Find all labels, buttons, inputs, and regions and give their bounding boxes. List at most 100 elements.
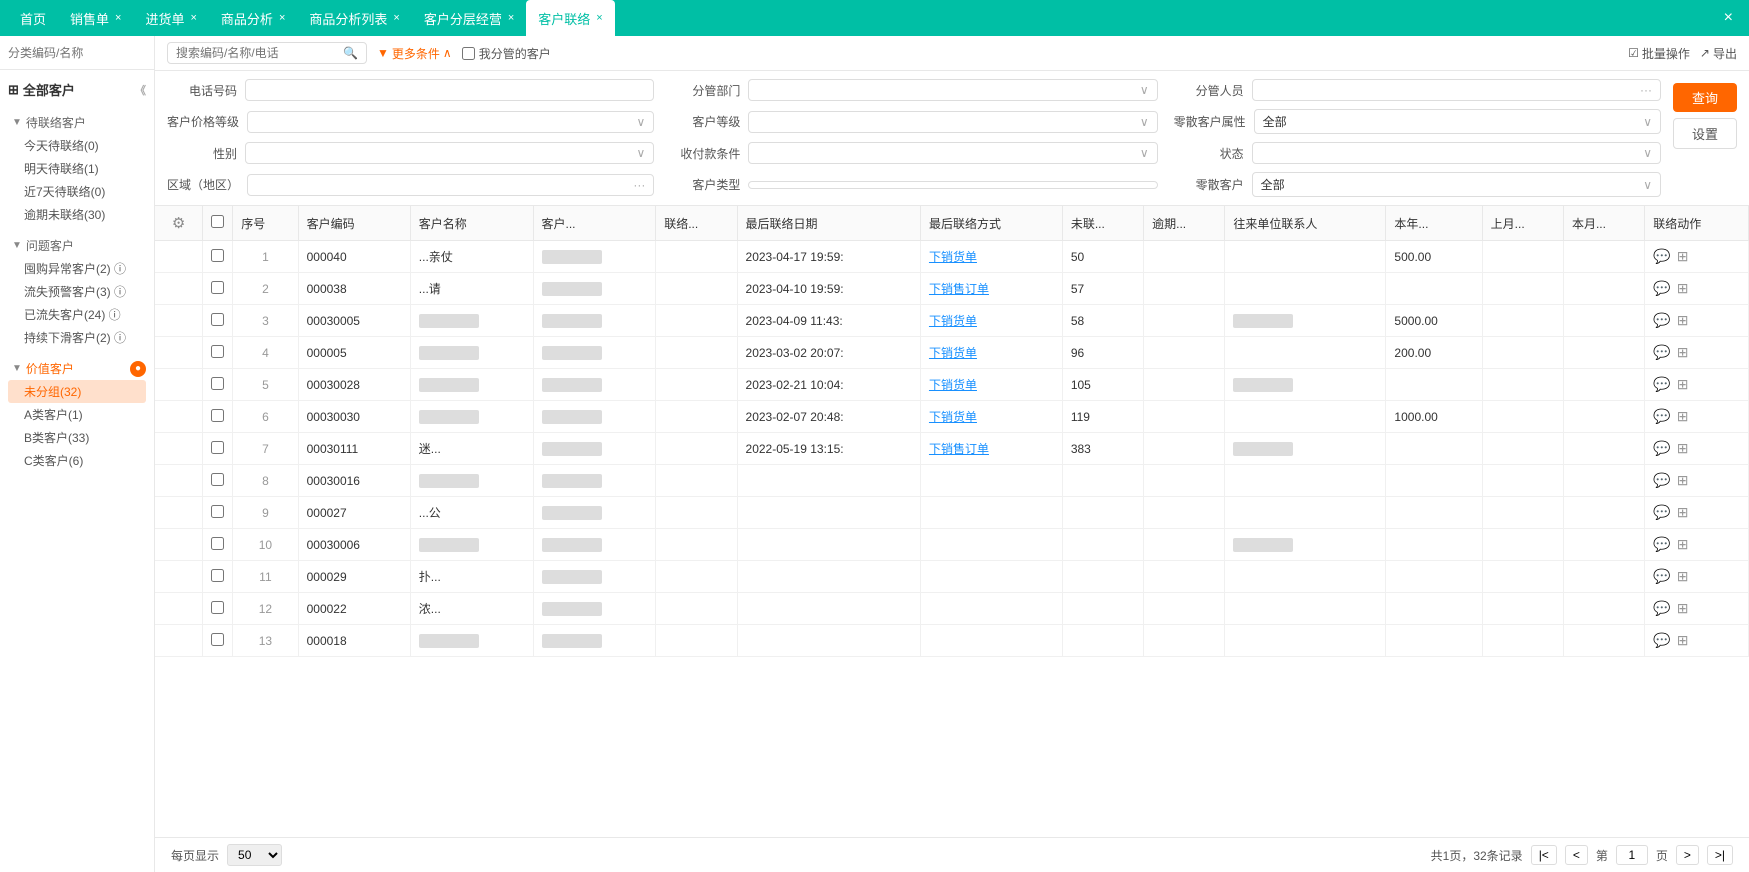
region-select[interactable]: ··· [247,174,654,196]
th-name[interactable]: 客户名称 [410,206,533,241]
action-message-icon[interactable]: 💬 [1653,472,1670,489]
close-tab-sales[interactable]: × [115,12,121,24]
gender-select[interactable]: ∨ [245,142,654,164]
action-message-icon[interactable]: 💬 [1653,632,1670,649]
price-level-select[interactable]: ∨ [247,111,654,133]
close-tab-analysis[interactable]: × [279,12,285,24]
action-message-icon[interactable]: 💬 [1653,504,1670,521]
sidebar-search-input[interactable] [8,46,155,60]
export-button[interactable]: ↗ 导出 [1700,45,1737,62]
all-customers-title[interactable]: ⊞ 全部客户 《 [8,76,146,103]
action-message-icon[interactable]: 💬 [1653,568,1670,585]
global-close-button[interactable]: × [1716,9,1741,27]
sidebar-item-churn-warn[interactable]: 流失预警客户(3) ⓘ [8,280,146,303]
action-message-icon[interactable]: 💬 [1653,440,1670,457]
nav-tab-analysis-list[interactable]: 商品分析列表 × [297,0,411,36]
row-checkbox[interactable] [203,337,233,369]
action-grid-icon[interactable]: ⊞ [1677,632,1689,649]
row-checkbox[interactable] [203,305,233,337]
nav-tab-customer-segment[interactable]: 客户分层经营 × [412,0,526,36]
action-message-icon[interactable]: 💬 [1653,376,1670,393]
th-this-month[interactable]: 本月... [1563,206,1644,241]
close-tab-customer-contact[interactable]: × [596,12,602,24]
sidebar-item-a-class[interactable]: A类客户(1) [8,403,146,426]
zero-attr-select[interactable]: 全部 ∨ [1254,109,1661,134]
action-message-icon[interactable]: 💬 [1653,600,1670,617]
action-grid-icon[interactable]: ⊞ [1677,536,1689,553]
action-grid-icon[interactable]: ⊞ [1677,312,1689,329]
row-checkbox[interactable] [203,433,233,465]
th-contact[interactable]: 联络... [656,206,737,241]
th-contact-person[interactable]: 往来单位联系人 [1225,206,1386,241]
action-message-icon[interactable]: 💬 [1653,536,1670,553]
th-last-month[interactable]: 上月... [1482,206,1563,241]
next-page-button[interactable]: > [1676,845,1699,865]
sidebar-item-tomorrow[interactable]: 明天待联络(1) [8,157,146,180]
th-code[interactable]: 客户编码 [298,206,410,241]
phone-input[interactable] [245,79,654,101]
action-grid-icon[interactable]: ⊞ [1677,472,1689,489]
action-grid-icon[interactable]: ⊞ [1677,440,1689,457]
action-grid-icon[interactable]: ⊞ [1677,376,1689,393]
dept-select[interactable]: ∨ [748,79,1157,101]
batch-operations-button[interactable]: ☑ 批量操作 [1628,45,1690,62]
page-number-input[interactable] [1616,845,1648,865]
filter-my-checkbox[interactable] [462,47,475,60]
page-size-select[interactable]: 50 100 200 [227,844,282,866]
status-select[interactable]: ∨ [1252,142,1661,164]
th-this-year[interactable]: 本年... [1386,206,1482,241]
sidebar-item-b-class[interactable]: B类客户(33) [8,426,146,449]
prev-page-button[interactable]: < [1565,845,1588,865]
sidebar-item-ungrouped[interactable]: 未分组(32) [8,380,146,403]
select-all-checkbox[interactable] [211,215,224,228]
th-overdue[interactable]: 逾期... [1144,206,1225,241]
th-checkbox[interactable] [203,206,233,241]
sidebar-group-value[interactable]: ▼ 价值客户 ● [8,357,146,380]
row-checkbox[interactable] [203,369,233,401]
sidebar-group-pending[interactable]: ▼ 待联络客户 [8,111,146,134]
payment-select[interactable]: ∨ [748,142,1157,164]
action-grid-icon[interactable]: ⊞ [1677,280,1689,297]
action-message-icon[interactable]: 💬 [1653,312,1670,329]
action-message-icon[interactable]: 💬 [1653,248,1670,265]
row-checkbox[interactable] [203,273,233,305]
nav-tab-purchase[interactable]: 进货单 × [133,0,208,36]
close-tab-analysis-list[interactable]: × [393,12,399,24]
nav-tab-analysis[interactable]: 商品分析 × [209,0,297,36]
sidebar-item-today[interactable]: 今天待联络(0) [8,134,146,157]
action-grid-icon[interactable]: ⊞ [1677,504,1689,521]
th-unlinked[interactable]: 未联... [1062,206,1143,241]
sidebar-item-c-class[interactable]: C类客户(6) [8,449,146,472]
th-last-method[interactable]: 最后联络方式 [920,206,1062,241]
customer-level-select[interactable]: ∨ [748,111,1157,133]
close-tab-purchase[interactable]: × [190,12,196,24]
last-page-button[interactable]: >| [1707,845,1733,865]
sidebar-item-overdue[interactable]: 逾期未联络(30) [8,203,146,226]
filter-search-input[interactable] [176,46,343,60]
nav-tab-customer-contact[interactable]: 客户联络 × [526,0,614,36]
sidebar-group-problem[interactable]: ▼ 问题客户 [8,234,146,257]
action-grid-icon[interactable]: ⊞ [1677,408,1689,425]
row-checkbox[interactable] [203,241,233,273]
row-checkbox[interactable] [203,529,233,561]
sidebar-item-churned[interactable]: 已流失客户(24) ⓘ [8,303,146,326]
action-grid-icon[interactable]: ⊞ [1677,344,1689,361]
row-checkbox[interactable] [203,561,233,593]
filter-more-conditions[interactable]: ▼ 更多条件 ∧ [377,45,452,62]
th-gear[interactable]: ⚙ [155,206,203,241]
th-last-date[interactable]: 最后联络日期 [737,206,920,241]
action-grid-icon[interactable]: ⊞ [1677,248,1689,265]
nav-home[interactable]: 首页 [8,0,58,36]
customer-type-select[interactable] [748,181,1157,189]
sidebar-item-7days[interactable]: 近7天待联络(0) [8,180,146,203]
nav-tab-sales[interactable]: 销售单 × [58,0,133,36]
row-checkbox[interactable] [203,497,233,529]
gear-icon[interactable]: ⚙ [172,214,185,232]
row-checkbox[interactable] [203,625,233,657]
sidebar-item-hoarding[interactable]: 囤购异常客户(2) ⓘ [8,257,146,280]
row-checkbox[interactable] [203,465,233,497]
close-tab-customer-segment[interactable]: × [508,12,514,24]
zero-customer-select[interactable]: 全部 ∨ [1252,172,1661,197]
row-checkbox[interactable] [203,593,233,625]
manager-select[interactable]: ··· [1252,79,1661,101]
